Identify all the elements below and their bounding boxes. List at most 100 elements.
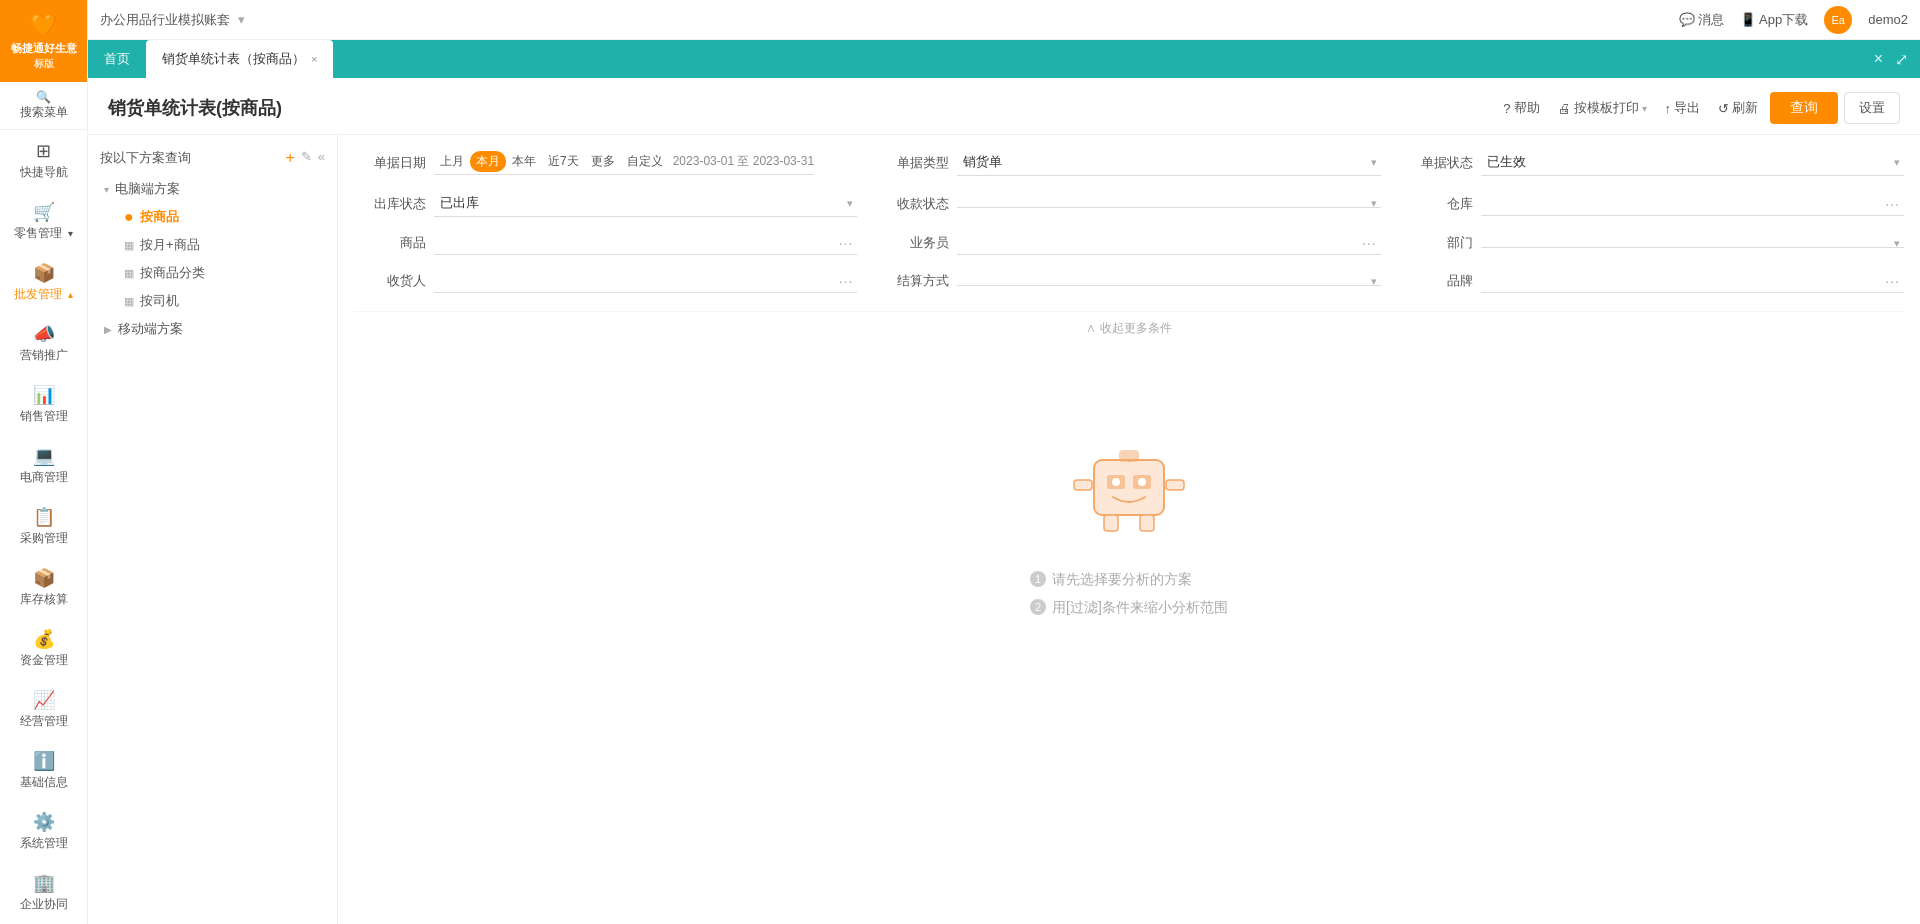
svg-rect-8 <box>1166 480 1184 490</box>
sidebar-item-wholesale[interactable]: 📦 批发管理 ▴ <box>0 252 87 313</box>
doc-type-dropdown[interactable]: 销货单 ▾ <box>957 149 1380 176</box>
sidebar-item-stock[interactable]: 📦 库存核算 <box>0 557 87 618</box>
staff-dots[interactable]: ··· <box>1362 235 1377 251</box>
sidebar-item-basic[interactable]: ℹ️ 基础信息 <box>0 740 87 801</box>
finance-label: 资金管理 <box>20 653 68 667</box>
tree-group-desktop[interactable]: ▾ 电脑端方案 <box>88 175 337 203</box>
help-label: 帮助 <box>1514 99 1540 117</box>
ecommerce-label: 电商管理 <box>20 470 68 484</box>
help-btn[interactable]: ? 帮助 <box>1497 96 1545 120</box>
goods-input[interactable] <box>434 231 857 255</box>
stock-out-arrow: ▾ <box>847 197 853 210</box>
operation-icon: 📈 <box>4 689 83 711</box>
filter-row-1: 单据日期 上月 本月 本年 近7天 更多 自定义 2023-03-01 至 20… <box>354 149 1904 190</box>
goods-dots[interactable]: ··· <box>839 235 854 251</box>
brand-dots[interactable]: ··· <box>1885 273 1900 289</box>
sidebar-item-sales[interactable]: 📊 销售管理 <box>0 374 87 435</box>
settlement-dropdown[interactable]: ▾ <box>957 277 1380 286</box>
tree-item-by-goods[interactable]: ● 按商品 <box>116 203 337 231</box>
user-avatar[interactable]: Ea <box>1824 6 1852 34</box>
sidebar-item-marketing[interactable]: 📣 营销推广 <box>0 313 87 374</box>
industry-dropdown-icon[interactable]: ▾ <box>238 12 245 27</box>
left-panel: 按以下方案查询 + ✎ « ▾ 电脑端方案 ● 按商品 <box>88 135 338 924</box>
enterprise-icon: 🏢 <box>4 872 83 894</box>
sidebar-item-purchase[interactable]: 📋 采购管理 <box>0 496 87 557</box>
sidebar-item-ecommerce[interactable]: 💻 电商管理 <box>0 435 87 496</box>
brand-cell: 品牌 ··· <box>1401 269 1904 293</box>
industry-label: 办公用品行业模拟账套 <box>100 11 230 29</box>
message-btn[interactable]: 💬 消息 <box>1679 11 1724 29</box>
payment-control: ▾ <box>957 199 1380 208</box>
active-scheme-icon: ● <box>124 208 134 226</box>
sidebar-item-retail[interactable]: 🛒 零售管理 ▾ <box>0 191 87 252</box>
brand-input[interactable] <box>1481 269 1904 293</box>
receiver-dots[interactable]: ··· <box>839 273 854 289</box>
export-btn[interactable]: ↑ 导出 <box>1659 96 1707 120</box>
wholesale-label: 批发管理 <box>14 287 62 301</box>
settings-button[interactable]: 设置 <box>1844 92 1900 124</box>
logo-icon: 🧡 <box>6 10 81 41</box>
header-right: 💬 消息 📱 App下载 Ea demo2 <box>1679 6 1908 34</box>
date-btn-this-month[interactable]: 本月 <box>470 151 506 172</box>
stock-out-dropdown[interactable]: 已出库 ▾ <box>434 190 857 217</box>
warehouse-dots[interactable]: ··· <box>1885 196 1900 212</box>
tab-home[interactable]: 首页 <box>88 50 146 68</box>
dept-label: 部门 <box>1401 234 1481 252</box>
sidebar-item-operation[interactable]: 📈 经营管理 <box>0 679 87 740</box>
date-btn-this-year[interactable]: 本年 <box>506 151 542 172</box>
tab-bar-close-btn[interactable]: × <box>1870 48 1887 70</box>
marketing-icon: 📣 <box>4 323 83 345</box>
sidebar-item-enterprise[interactable]: 🏢 企业协同 <box>0 862 87 923</box>
doc-status-dropdown[interactable]: 已生效 ▾ <box>1481 149 1904 176</box>
query-button[interactable]: 查询 <box>1770 92 1838 124</box>
tip-num-1: 1 <box>1030 571 1046 587</box>
stock-out-cell: 出库状态 已出库 ▾ <box>354 190 857 217</box>
date-control: 上月 本月 本年 近7天 更多 自定义 2023-03-01 至 2023-03… <box>434 151 857 175</box>
tip-num-2: 2 <box>1030 599 1046 615</box>
app-name: 畅捷通好生意 <box>11 42 77 54</box>
edit-scheme-btn[interactable]: ✎ <box>301 149 312 167</box>
empty-tips: 1 请先选择要分析的方案 2 用[过滤]条件来缩小分析范围 <box>1030 565 1228 621</box>
settlement-arrow: ▾ <box>1371 274 1377 287</box>
stock-out-control: 已出库 ▾ <box>434 190 857 217</box>
tree-mobile-expand-icon: ▶ <box>104 324 112 335</box>
desktop-group-label: 电脑端方案 <box>115 180 180 198</box>
staff-input[interactable] <box>957 231 1380 255</box>
tree-group-mobile[interactable]: ▶ 移动端方案 <box>88 315 337 343</box>
app-download-btn[interactable]: 📱 App下载 <box>1740 11 1808 29</box>
date-btn-more[interactable]: 更多 <box>585 151 621 172</box>
dept-dropdown[interactable]: ▾ <box>1481 239 1904 248</box>
print-btn[interactable]: 🖨 按模板打印 ▾ <box>1552 96 1653 120</box>
tab-bar-maximize-btn[interactable]: ⤢ <box>1891 48 1912 71</box>
sidebar-item-quick[interactable]: ⊞ 快捷导航 <box>0 130 87 191</box>
quick-icon: ⊞ <box>4 140 83 162</box>
empty-illustration <box>1069 425 1189 545</box>
left-panel-title: 按以下方案查询 <box>100 149 191 167</box>
date-btn-custom[interactable]: 自定义 <box>621 151 669 172</box>
warehouse-input[interactable] <box>1481 192 1904 216</box>
app-logo[interactable]: 🧡 畅捷通好生意 标版 <box>0 0 87 82</box>
sidebar-item-finance[interactable]: 💰 资金管理 <box>0 618 87 679</box>
search-label: 搜索菜单 <box>20 105 68 119</box>
retail-icon: 🛒 <box>4 201 83 223</box>
system-icon: ⚙️ <box>4 811 83 833</box>
tree-expand-icon: ▾ <box>104 184 109 195</box>
payment-dropdown[interactable]: ▾ <box>957 199 1380 208</box>
date-btn-last-month[interactable]: 上月 <box>434 151 470 172</box>
sidebar-item-search[interactable]: 🔍 搜索菜单 <box>0 82 87 130</box>
receiver-input[interactable] <box>434 269 857 293</box>
by-category-label: 按商品分类 <box>140 264 205 282</box>
tab-active[interactable]: 销货单统计表（按商品） × <box>146 40 333 78</box>
app-download-label: App下载 <box>1759 11 1808 29</box>
collapse-conditions-btn[interactable]: ∧ 收起更多条件 <box>354 311 1904 345</box>
basic-icon: ℹ️ <box>4 750 83 772</box>
tab-close-icon[interactable]: × <box>311 53 317 65</box>
tree-item-by-driver[interactable]: ▦ 按司机 <box>116 287 337 315</box>
collapse-left-btn[interactable]: « <box>318 149 325 167</box>
sidebar-item-system[interactable]: ⚙️ 系统管理 <box>0 801 87 862</box>
tree-item-by-month-goods[interactable]: ▦ 按月+商品 <box>116 231 337 259</box>
add-scheme-btn[interactable]: + <box>285 149 294 167</box>
date-btn-7days[interactable]: 近7天 <box>542 151 585 172</box>
tree-item-by-category[interactable]: ▦ 按商品分类 <box>116 259 337 287</box>
refresh-btn[interactable]: ↺ 刷新 <box>1712 96 1764 120</box>
